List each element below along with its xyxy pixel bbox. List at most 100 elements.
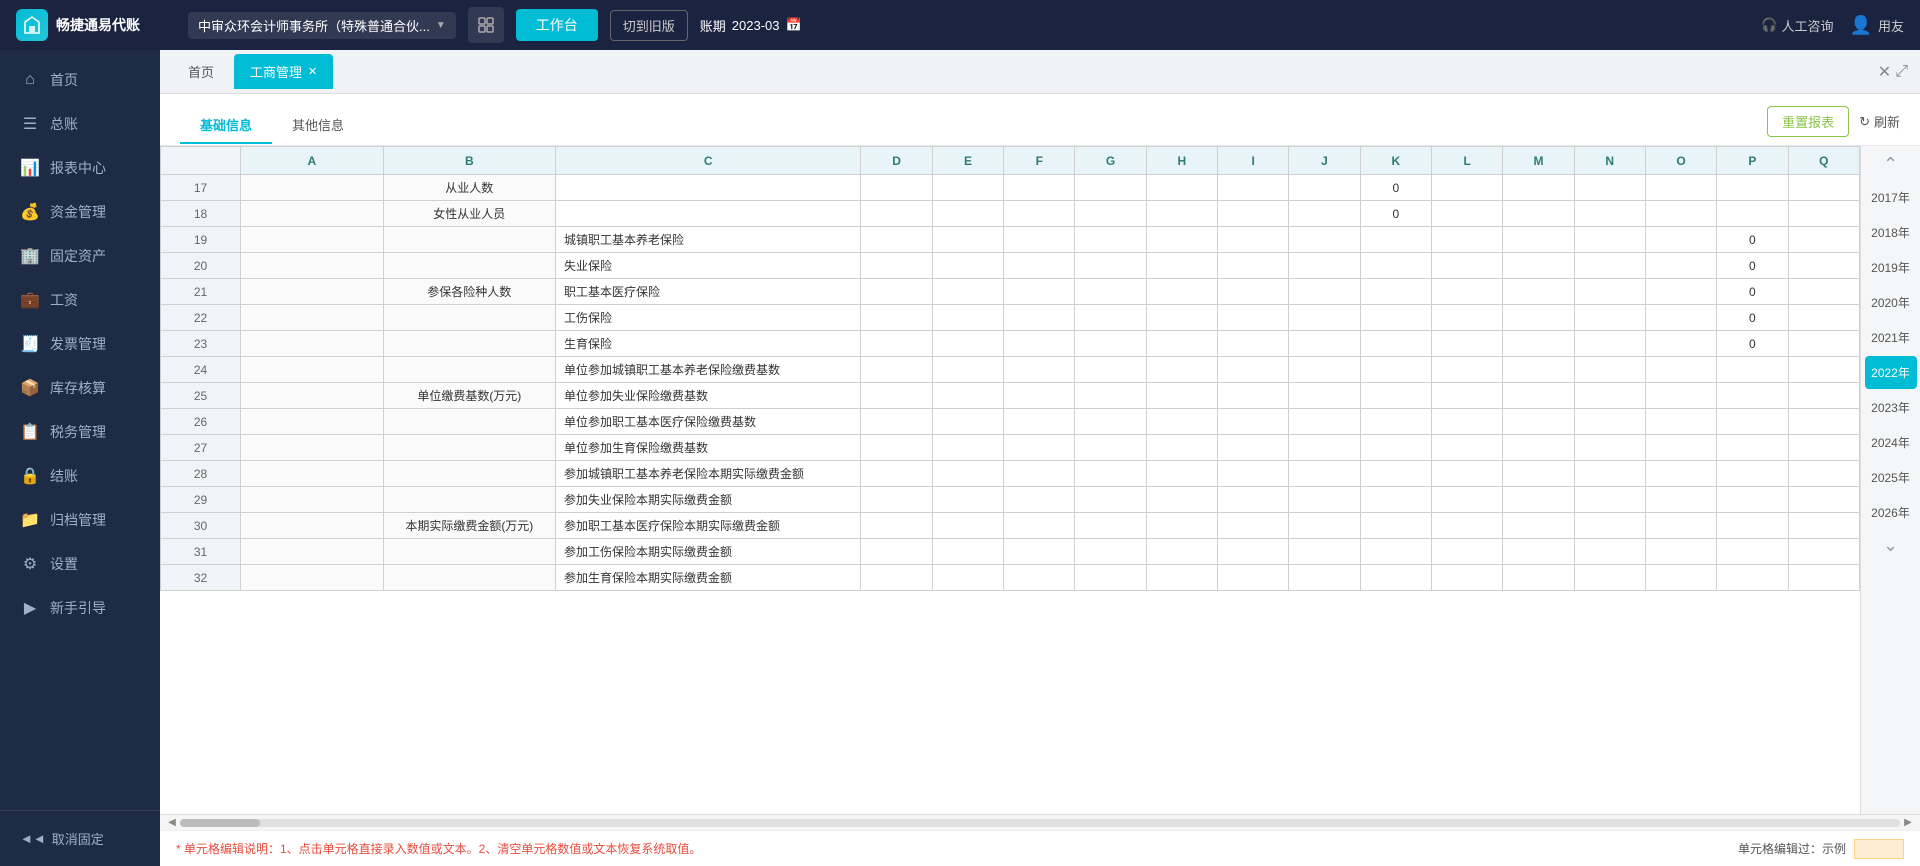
cell-e[interactable] xyxy=(932,565,1003,591)
cell-h[interactable] xyxy=(1146,253,1217,279)
scroll-track[interactable] xyxy=(180,819,1900,827)
cell-o[interactable] xyxy=(1645,383,1716,409)
cell-c[interactable]: 单位参加城镇职工基本养老保险缴费基数 xyxy=(555,357,861,383)
cell-a[interactable] xyxy=(241,331,384,357)
cell-l[interactable] xyxy=(1431,383,1502,409)
cell-l[interactable] xyxy=(1431,305,1502,331)
sidebar-item-wizard[interactable]: ▶ 新手引导 xyxy=(0,586,160,630)
cell-h[interactable] xyxy=(1146,435,1217,461)
cell-b[interactable] xyxy=(383,487,555,513)
cell-a[interactable] xyxy=(241,487,384,513)
cell-m[interactable] xyxy=(1503,487,1574,513)
cell-f[interactable] xyxy=(1004,539,1075,565)
cell-c[interactable]: 单位参加职工基本医疗保险缴费基数 xyxy=(555,409,861,435)
cell-e[interactable] xyxy=(932,435,1003,461)
cell-m[interactable] xyxy=(1503,565,1574,591)
ai-consult[interactable]: 🎧 人工咨询 xyxy=(1761,16,1833,35)
cell-i[interactable] xyxy=(1218,227,1289,253)
cell-f[interactable] xyxy=(1004,565,1075,591)
cell-j[interactable] xyxy=(1289,357,1360,383)
cell-c[interactable]: 工伤保险 xyxy=(555,305,861,331)
sidebar-item-salary[interactable]: 💼 工资 xyxy=(0,278,160,322)
cell-j[interactable] xyxy=(1289,227,1360,253)
cell-o[interactable] xyxy=(1645,461,1716,487)
cell-d[interactable] xyxy=(861,539,932,565)
cell-g[interactable] xyxy=(1075,305,1146,331)
cell-a[interactable] xyxy=(241,539,384,565)
year-item[interactable]: 2026年 xyxy=(1865,496,1917,529)
tab-close-icon[interactable]: ✕ xyxy=(308,65,317,78)
cell-l[interactable] xyxy=(1431,357,1502,383)
cell-i[interactable] xyxy=(1218,487,1289,513)
cell-m[interactable] xyxy=(1503,175,1574,201)
cell-p[interactable] xyxy=(1717,539,1788,565)
sidebar-item-asset[interactable]: 🏢 固定资产 xyxy=(0,234,160,278)
cell-o[interactable] xyxy=(1645,227,1716,253)
cell-l[interactable] xyxy=(1431,175,1502,201)
cell-b[interactable] xyxy=(383,461,555,487)
cell-q[interactable] xyxy=(1788,357,1859,383)
cell-g[interactable] xyxy=(1075,409,1146,435)
sidebar-item-close[interactable]: 🔒 结账 xyxy=(0,454,160,498)
cell-g[interactable] xyxy=(1075,175,1146,201)
sidebar-item-home[interactable]: ⌂ 首页 xyxy=(0,58,160,102)
cell-n[interactable] xyxy=(1574,305,1645,331)
cell-m[interactable] xyxy=(1503,279,1574,305)
cell-d[interactable] xyxy=(861,435,932,461)
cell-l[interactable] xyxy=(1431,227,1502,253)
cell-k[interactable] xyxy=(1360,513,1431,539)
cell-e[interactable] xyxy=(932,331,1003,357)
cell-d[interactable] xyxy=(861,253,932,279)
cell-a[interactable] xyxy=(241,175,384,201)
cell-c[interactable] xyxy=(555,201,861,227)
cell-i[interactable] xyxy=(1218,253,1289,279)
cell-k[interactable] xyxy=(1360,383,1431,409)
cancel-fixed-btn[interactable]: ◄◄ 取消固定 xyxy=(0,819,160,858)
cell-p[interactable] xyxy=(1717,435,1788,461)
cell-e[interactable] xyxy=(932,227,1003,253)
cell-m[interactable] xyxy=(1503,305,1574,331)
cell-q[interactable] xyxy=(1788,409,1859,435)
cell-b[interactable] xyxy=(383,305,555,331)
cell-p[interactable] xyxy=(1717,201,1788,227)
cell-l[interactable] xyxy=(1431,435,1502,461)
cell-d[interactable] xyxy=(861,461,932,487)
cell-j[interactable] xyxy=(1289,565,1360,591)
tab-home[interactable]: 首页 xyxy=(172,54,230,89)
cell-f[interactable] xyxy=(1004,383,1075,409)
cell-f[interactable] xyxy=(1004,253,1075,279)
cell-l[interactable] xyxy=(1431,331,1502,357)
cell-p[interactable] xyxy=(1717,357,1788,383)
sidebar-item-invoice[interactable]: 🧾 发票管理 xyxy=(0,322,160,366)
cell-b[interactable] xyxy=(383,539,555,565)
cell-m[interactable] xyxy=(1503,435,1574,461)
cell-d[interactable] xyxy=(861,383,932,409)
sub-tab-other[interactable]: 其他信息 xyxy=(272,107,364,144)
cell-c[interactable] xyxy=(555,175,861,201)
cell-i[interactable] xyxy=(1218,435,1289,461)
cell-n[interactable] xyxy=(1574,279,1645,305)
cell-g[interactable] xyxy=(1075,539,1146,565)
cell-f[interactable] xyxy=(1004,409,1075,435)
cell-n[interactable] xyxy=(1574,175,1645,201)
cell-d[interactable] xyxy=(861,227,932,253)
cell-g[interactable] xyxy=(1075,227,1146,253)
cell-d[interactable] xyxy=(861,175,932,201)
cell-c[interactable]: 参加生育保险本期实际缴费金额 xyxy=(555,565,861,591)
year-up-icon[interactable]: ⌃ xyxy=(1879,150,1902,179)
cell-i[interactable] xyxy=(1218,461,1289,487)
cell-i[interactable] xyxy=(1218,383,1289,409)
cell-j[interactable] xyxy=(1289,383,1360,409)
cell-k[interactable] xyxy=(1360,409,1431,435)
cell-d[interactable] xyxy=(861,357,932,383)
cell-c[interactable]: 生育保险 xyxy=(555,331,861,357)
cell-p[interactable] xyxy=(1717,461,1788,487)
cell-o[interactable] xyxy=(1645,435,1716,461)
cell-e[interactable] xyxy=(932,487,1003,513)
cell-b[interactable] xyxy=(383,435,555,461)
cell-e[interactable] xyxy=(932,357,1003,383)
cell-p[interactable] xyxy=(1717,409,1788,435)
cell-o[interactable] xyxy=(1645,513,1716,539)
cell-q[interactable] xyxy=(1788,565,1859,591)
cell-j[interactable] xyxy=(1289,513,1360,539)
